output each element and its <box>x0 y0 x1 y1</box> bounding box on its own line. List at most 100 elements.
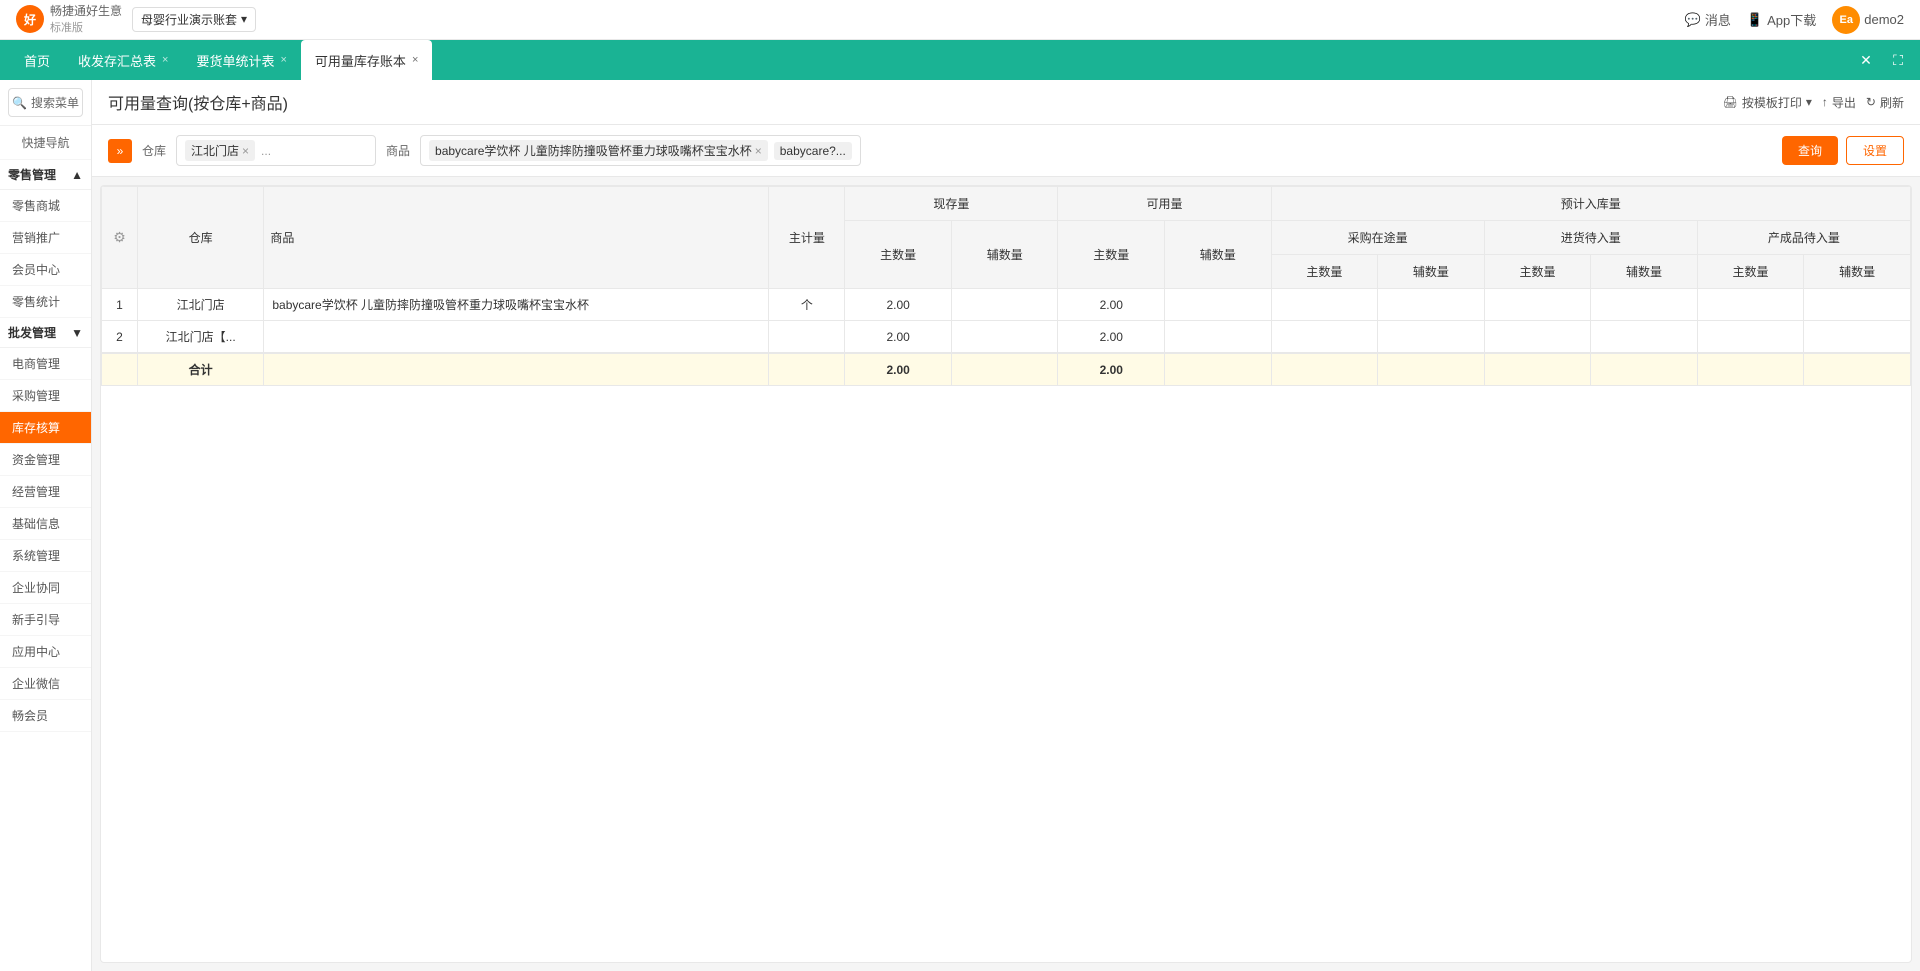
cell-prod-main <box>1697 321 1804 354</box>
tab-home-label: 首页 <box>24 51 50 70</box>
sidebar-item-member2[interactable]: 畅会员 <box>0 700 91 732</box>
retail-stats-label: 零售统计 <box>12 295 60 309</box>
messages-label: 消息 <box>1705 10 1731 29</box>
tab-available-inventory[interactable]: 可用量库存账本 × <box>301 40 432 80</box>
print-icon: 🖨 <box>1723 95 1738 109</box>
sidebar-item-inventory[interactable]: 库存核算 <box>0 412 91 444</box>
th-incoming-main: 主数量 <box>1484 255 1591 289</box>
summary-curr-aux <box>951 353 1058 386</box>
column-settings-icon[interactable]: ⚙ <box>113 229 126 245</box>
cell-avail-main: 2.00 <box>1058 321 1165 354</box>
query-button[interactable]: 查询 <box>1782 136 1838 165</box>
purchase-label: 采购管理 <box>12 389 60 403</box>
main-layout: 🔍 搜索菜单 快捷导航 零售管理 ▲ 零售商城 营销推广 会员中心 零售统计 批… <box>0 80 1920 971</box>
cell-prod-aux <box>1804 289 1911 321</box>
th-avail-main: 主数量 <box>1058 221 1165 289</box>
wechat-label: 企业微信 <box>12 677 60 691</box>
system-label: 系统管理 <box>12 549 60 563</box>
refresh-button[interactable]: ↻ 刷新 <box>1866 94 1904 111</box>
message-icon: 💬 <box>1685 12 1701 28</box>
sidebar-item-marketing[interactable]: 营销推广 <box>0 222 91 254</box>
chevron-icon: ▲ <box>71 168 83 182</box>
top-bar-left: 好 畅捷通好生意 标准版 母婴行业演示账套 ▾ <box>16 4 256 34</box>
search-menu-button[interactable]: 🔍 搜索菜单 <box>8 88 83 117</box>
th-purchase-group: 采购在途量 <box>1271 221 1484 255</box>
cell-unit: 个 <box>769 289 845 321</box>
nav-tabs: 首页 收发存汇总表 × 要货单统计表 × 可用量库存账本 × ✕ ⛶ <box>0 40 1920 80</box>
sidebar-item-apps[interactable]: 应用中心 <box>0 636 91 668</box>
summary-empty2 <box>264 353 769 386</box>
summary-avail-aux <box>1165 353 1272 386</box>
sidebar-item-wholesale-mgmt[interactable]: 批发管理 ▼ <box>0 318 91 348</box>
phone-icon: 📱 <box>1747 12 1763 28</box>
export-label: 导出 <box>1832 94 1856 111</box>
export-icon: ↑ <box>1822 95 1828 109</box>
warehouse-tag: 江北门店 × <box>185 140 255 161</box>
nav-actions: ✕ ⛶ <box>1854 48 1910 72</box>
cell-product <box>264 321 769 354</box>
th-production-group: 产成品待入量 <box>1697 221 1910 255</box>
tab-receivable-close[interactable]: × <box>162 54 168 66</box>
page-header: 可用量查询(按仓库+商品) 🖨 按模板打印 ▾ ↑ 导出 ↻ 刷新 <box>92 80 1920 125</box>
sidebar-item-purchase[interactable]: 采购管理 <box>0 380 91 412</box>
sidebar-item-ecommerce[interactable]: 电商管理 <box>0 348 91 380</box>
tab-order-label: 要货单统计表 <box>196 51 274 70</box>
cell-avail-main: 2.00 <box>1058 289 1165 321</box>
tab-receivable-summary[interactable]: 收发存汇总表 × <box>64 40 182 80</box>
cell-unit <box>769 321 845 354</box>
messages-button[interactable]: 💬 消息 <box>1685 10 1731 29</box>
th-forecast: 预计入库量 <box>1271 187 1910 221</box>
filter-bar: » 仓库 江北门店 × ... 商品 babycare学饮杯 儿童防摔防撞吸管杯… <box>92 125 1920 177</box>
cell-incoming-main <box>1484 321 1591 354</box>
sidebar-item-enterprise[interactable]: 企业协同 <box>0 572 91 604</box>
cell-incoming-aux <box>1591 321 1698 354</box>
tab-available-close[interactable]: × <box>412 54 418 66</box>
app-download-label: App下载 <box>1767 10 1816 29</box>
cell-prod-main <box>1697 289 1804 321</box>
cell-index: 2 <box>102 321 138 354</box>
export-button[interactable]: ↑ 导出 <box>1822 94 1856 111</box>
tab-order-close[interactable]: × <box>280 54 286 66</box>
product-tag1-remove[interactable]: × <box>755 144 762 158</box>
product-filter-input[interactable]: babycare学饮杯 儿童防摔防撞吸管杯重力球吸嘴杯宝宝水杯 × babyca… <box>420 135 861 166</box>
cell-purchase-main <box>1271 321 1378 354</box>
sidebar-item-retail-mall[interactable]: 零售商城 <box>0 190 91 222</box>
sidebar-item-finance[interactable]: 资金管理 <box>0 444 91 476</box>
warehouse-tag-remove[interactable]: × <box>242 144 249 158</box>
user-profile[interactable]: Ea demo2 <box>1832 6 1904 34</box>
filter-expand-button[interactable]: » <box>108 139 132 163</box>
refresh-icon: ↻ <box>1866 95 1876 109</box>
close-all-tabs-button[interactable]: ✕ <box>1854 48 1878 72</box>
sidebar-item-retail-mgmt[interactable]: 零售管理 ▲ <box>0 160 91 190</box>
search-icon: 🔍 <box>12 96 27 110</box>
summary-incoming-aux <box>1591 353 1698 386</box>
app-download-button[interactable]: 📱 App下载 <box>1747 10 1816 29</box>
sidebar-item-system[interactable]: 系统管理 <box>0 540 91 572</box>
sidebar-item-operations[interactable]: 经营管理 <box>0 476 91 508</box>
sidebar-item-member[interactable]: 会员中心 <box>0 254 91 286</box>
sidebar-item-basic-info[interactable]: 基础信息 <box>0 508 91 540</box>
th-incoming-group: 进货待入量 <box>1484 221 1697 255</box>
settings-button[interactable]: 设置 <box>1846 136 1904 165</box>
tab-home[interactable]: 首页 <box>10 40 64 80</box>
summary-avail-main: 2.00 <box>1058 353 1165 386</box>
sidebar-item-newbie[interactable]: 新手引导 <box>0 604 91 636</box>
th-unit: 主计量 <box>769 187 845 289</box>
print-chevron: ▾ <box>1806 95 1812 109</box>
sidebar-item-quick-nav[interactable]: 快捷导航 <box>0 126 91 160</box>
basic-info-label: 基础信息 <box>12 517 60 531</box>
print-button[interactable]: 🖨 按模板打印 ▾ <box>1723 94 1812 111</box>
product-filter-label: 商品 <box>386 142 410 159</box>
th-purchase-main: 主数量 <box>1271 255 1378 289</box>
sidebar-item-wechat[interactable]: 企业微信 <box>0 668 91 700</box>
tab-order-stats[interactable]: 要货单统计表 × <box>182 40 300 80</box>
user-name: demo2 <box>1864 12 1904 27</box>
cell-index: 1 <box>102 289 138 321</box>
th-current-stock: 现存量 <box>845 187 1058 221</box>
th-available: 可用量 <box>1058 187 1271 221</box>
fullscreen-button[interactable]: ⛶ <box>1886 48 1910 72</box>
industry-selector[interactable]: 母婴行业演示账套 ▾ <box>132 7 256 32</box>
warehouse-filter-input[interactable]: 江北门店 × ... <box>176 135 376 166</box>
sidebar-item-retail-stats[interactable]: 零售统计 <box>0 286 91 318</box>
refresh-label: 刷新 <box>1880 94 1904 111</box>
